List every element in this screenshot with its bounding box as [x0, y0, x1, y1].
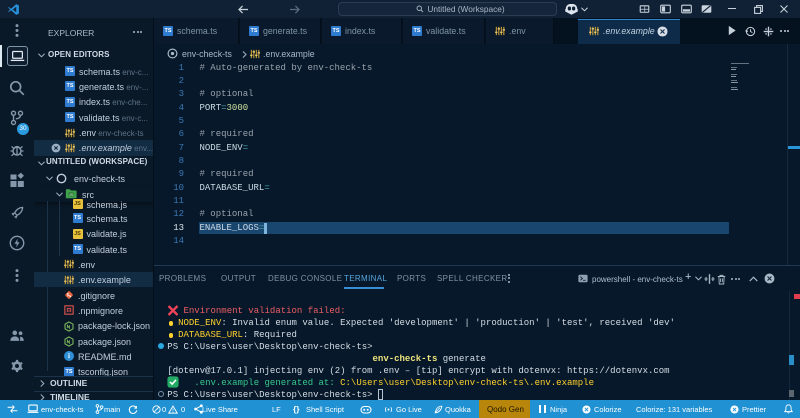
svg-text:JS: JS	[69, 193, 74, 197]
